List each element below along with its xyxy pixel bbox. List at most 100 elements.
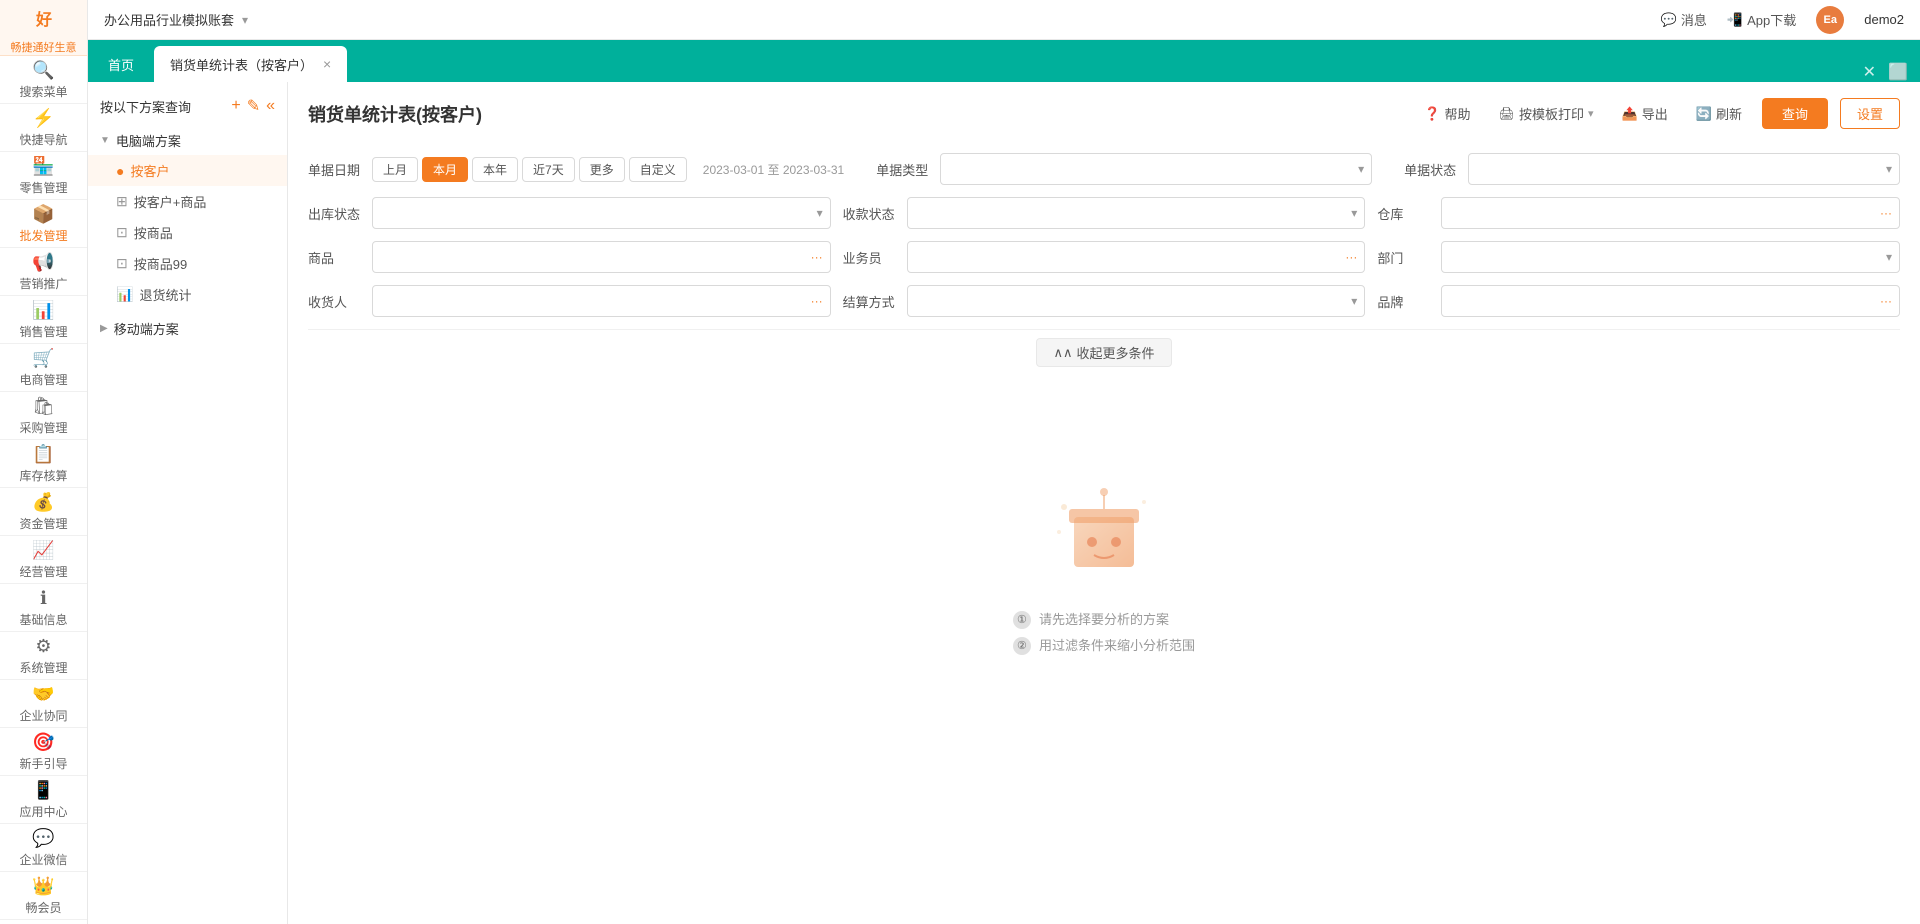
sidebar-item-inventory[interactable]: 📋 库存核算 [0, 440, 87, 488]
sidebar-item-system[interactable]: ⚙ 系统管理 [0, 632, 87, 680]
app-download-button[interactable]: 📲 App下载 [1727, 10, 1796, 29]
mobile-group-header[interactable]: ▶ 移动端方案 [88, 314, 287, 343]
dept-input[interactable] [1441, 241, 1900, 273]
left-panel-title: 按以下方案查询 [100, 97, 191, 116]
date-btn-last-month[interactable]: 上月 [372, 157, 418, 182]
date-label: 单据日期 [308, 160, 364, 179]
add-schema-button[interactable]: + [231, 97, 240, 115]
date-btn-this-year[interactable]: 本年 [472, 157, 518, 182]
receiver-label: 收货人 [308, 292, 364, 311]
marketing-icon: 📢 [32, 252, 54, 273]
warehouse-input[interactable] [1441, 197, 1900, 229]
sidebar-item-member[interactable]: 👑 畅会员 [0, 872, 87, 920]
sidebar-item-label: 电商管理 [19, 371, 67, 388]
date-btn-more[interactable]: 更多 [579, 157, 625, 182]
goods-field: 商品 ··· [308, 241, 831, 273]
right-panel: 销货单统计表(按客户) ❓ 帮助 🖨 按模板打印 ▾ 📤 导出 [288, 82, 1920, 924]
sidebar-item-quick-nav[interactable]: ⚡ 快捷导航 [0, 104, 87, 152]
sidebar-item-finance[interactable]: 💰 资金管理 [0, 488, 87, 536]
sidebar-item-label: 销售管理 [19, 323, 67, 340]
goods99-icon: ⊡ [116, 255, 128, 272]
member-icon: 👑 [32, 876, 54, 897]
date-btn-this-month[interactable]: 本月 [422, 157, 468, 182]
sidebar-item-label: 快捷导航 [19, 131, 67, 148]
order-type-input[interactable] [940, 153, 1372, 185]
search-icon: 🔍 [32, 60, 54, 81]
message-label: 消息 [1681, 10, 1707, 29]
sidebar-item-newbie[interactable]: 🎯 新手引导 [0, 728, 87, 776]
top-header: 办公用品行业模拟账套 ▾ 💬 消息 📲 App下载 Ea demo2 [88, 0, 1920, 40]
schema-item-goods[interactable]: ⊡ 按商品 [88, 217, 287, 248]
sidebar-item-label: 企业协同 [19, 707, 67, 724]
sidebar-item-marketing[interactable]: 📢 营销推广 [0, 248, 87, 296]
schema-item-label: 按客户 [130, 161, 169, 180]
schema-item-customer-goods[interactable]: ⊞ 按客户+商品 [88, 186, 287, 217]
username-label: demo2 [1864, 12, 1904, 27]
shipping-status-field: 出库状态 ▾ [308, 197, 831, 229]
export-button[interactable]: 📤 导出 [1614, 100, 1676, 127]
payment-method-input[interactable] [907, 285, 1366, 317]
svg-text:好: 好 [34, 11, 51, 29]
query-button[interactable]: 查询 [1762, 98, 1828, 129]
edit-schema-icon[interactable]: ✎ [247, 96, 260, 116]
desktop-group-header[interactable]: ▼ 电脑端方案 [88, 126, 287, 155]
sidebar-item-basic-info[interactable]: ℹ 基础信息 [0, 584, 87, 632]
wholesale-icon: 📦 [32, 204, 54, 225]
sidebar-item-sales[interactable]: 📊 销售管理 [0, 296, 87, 344]
close-window-icon[interactable]: ✕ [1863, 62, 1876, 82]
message-button[interactable]: 💬 消息 [1661, 10, 1707, 29]
date-filter-row: 单据日期 上月 本月 本年 近7天 更多 自定义 2023-03-01 至 20… [308, 153, 1900, 185]
date-btn-custom[interactable]: 自定义 [629, 157, 687, 182]
tab-close-icon[interactable]: × [323, 56, 331, 72]
brand-input[interactable] [1441, 285, 1900, 317]
sidebar-item-enterprise-wechat[interactable]: 💬 企业微信 [0, 824, 87, 872]
schema-item-customer[interactable]: ● 按客户 [88, 155, 287, 186]
app-center-icon: 📱 [32, 780, 54, 801]
collapse-button[interactable]: ∧∧ 收起更多条件 [1036, 338, 1171, 367]
sidebar-item-label: 企业微信 [19, 851, 67, 868]
filter-section: 单据日期 上月 本月 本年 近7天 更多 自定义 2023-03-01 至 20… [288, 153, 1920, 387]
maximize-window-icon[interactable]: ⬜ [1888, 62, 1908, 82]
sidebar-item-label: 采购管理 [19, 419, 67, 436]
header-title: 办公用品行业模拟账套 [104, 10, 234, 29]
order-status-input[interactable] [1468, 153, 1900, 185]
sidebar-item-app-center[interactable]: 📱 应用中心 [0, 776, 87, 824]
tab-sales-stats[interactable]: 销货单统计表（按客户） × [154, 46, 347, 82]
goods-input[interactable] [372, 241, 831, 273]
template-print-button[interactable]: 🖨 按模板打印 ▾ [1491, 100, 1602, 127]
date-btn-last-7-days[interactable]: 近7天 [522, 157, 575, 182]
filter-row-4: 收货人 ··· 结算方式 ▾ 品牌 [308, 285, 1900, 317]
sidebar-item-purchase[interactable]: 🛍 采购管理 [0, 392, 87, 440]
schema-item-label: 退货统计 [139, 285, 191, 304]
receiver-input[interactable] [372, 285, 831, 317]
sidebar-item-retail[interactable]: 🏪 零售管理 [0, 152, 87, 200]
payment-status-input[interactable] [907, 197, 1366, 229]
sidebar-item-search[interactable]: 🔍 搜索菜单 [0, 56, 87, 104]
date-buttons: 上月 本月 本年 近7天 更多 自定义 [372, 157, 687, 182]
sidebar-item-label: 库存核算 [19, 467, 67, 484]
refresh-button[interactable]: 🔄 刷新 [1688, 100, 1750, 127]
schema-item-return-stats[interactable]: 📊 退货统计 [88, 279, 287, 310]
tip-text-1: 请先选择要分析的方案 [1039, 607, 1169, 633]
settings-button[interactable]: 设置 [1840, 98, 1900, 129]
dept-label: 部门 [1377, 248, 1433, 267]
return-stats-icon: 📊 [116, 286, 133, 303]
payment-method-label: 结算方式 [843, 292, 899, 311]
date-range-display: 2023-03-01 至 2023-03-31 [703, 161, 844, 178]
schema-item-goods99[interactable]: ⊡ 按商品99 [88, 248, 287, 279]
sidebar-item-enterprise-collab[interactable]: 🤝 企业协同 [0, 680, 87, 728]
user-avatar[interactable]: Ea [1816, 6, 1844, 34]
collapse-panel-icon[interactable]: « [266, 97, 275, 115]
sidebar-item-wholesale[interactable]: 📦 批发管理 [0, 200, 87, 248]
shipping-status-input[interactable] [372, 197, 831, 229]
tab-home[interactable]: 首页 [92, 46, 150, 82]
payment-status-field: 收款状态 ▾ [843, 197, 1366, 229]
sidebar-item-label: 基础信息 [19, 611, 67, 628]
sidebar-item-operations[interactable]: 📈 经营管理 [0, 536, 87, 584]
app-logo: 好 畅捷通好生意 [0, 0, 87, 56]
sidebar-item-ecommerce[interactable]: 🛒 电商管理 [0, 344, 87, 392]
staff-input[interactable] [907, 241, 1366, 273]
content-area: 按以下方案查询 + ✎ « ▼ 电脑端方案 ● 按客户 ⊞ [88, 82, 1920, 924]
help-button[interactable]: ❓ 帮助 [1416, 100, 1478, 127]
header-dropdown-icon[interactable]: ▾ [242, 13, 248, 27]
